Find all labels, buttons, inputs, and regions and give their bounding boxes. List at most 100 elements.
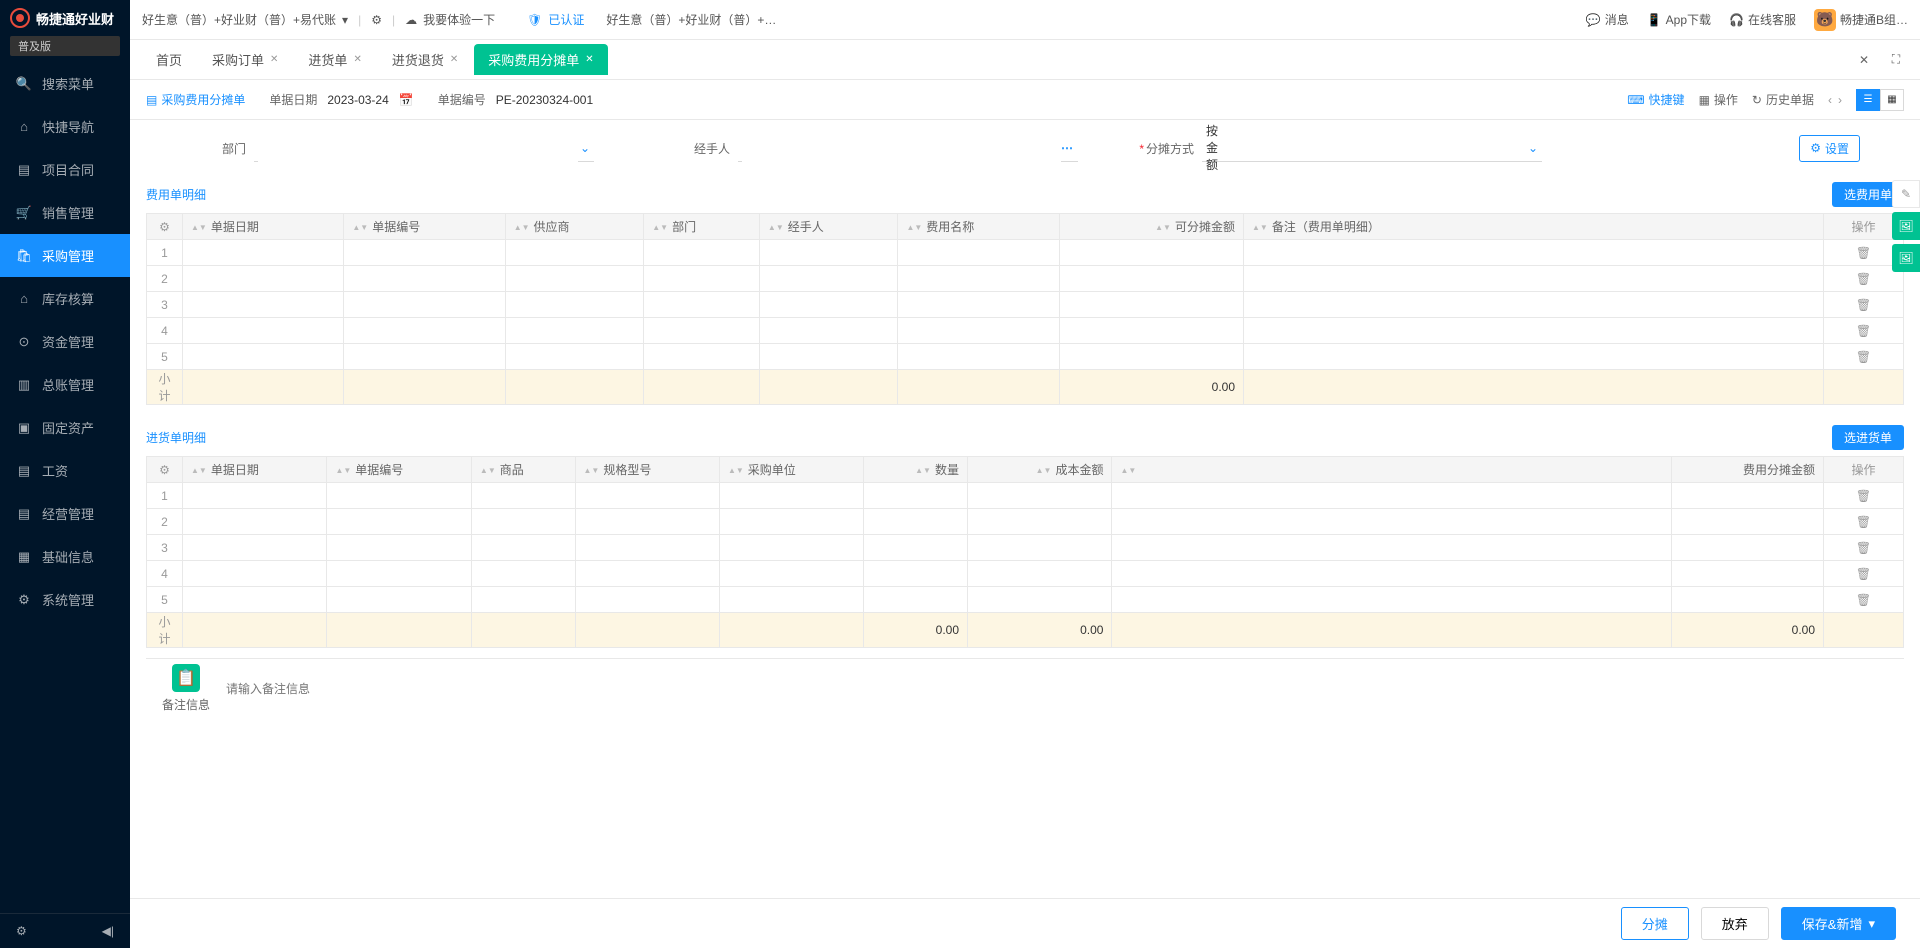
history-link[interactable]: ↻历史单据 xyxy=(1752,91,1814,108)
collapse-icon[interactable]: ◀| xyxy=(102,924,114,938)
nav-business[interactable]: ▤经营管理 xyxy=(0,492,130,535)
col-alloc-amount[interactable]: ▲▼可分摊金额 xyxy=(1059,214,1243,240)
col-expense-name[interactable]: ▲▼费用名称 xyxy=(898,214,1059,240)
gear-column[interactable]: ⚙ xyxy=(147,457,183,483)
close-all-button[interactable]: ✕ xyxy=(1852,48,1876,72)
col-date[interactable]: ▲▼单据日期 xyxy=(183,457,327,483)
table-row[interactable]: 4🗑 xyxy=(147,561,1904,587)
settings-icon[interactable]: ⚙ xyxy=(16,924,27,938)
date-value[interactable]: 2023-03-24 xyxy=(327,93,388,107)
delete-row-button[interactable]: 🗑 xyxy=(1856,246,1871,260)
close-icon[interactable]: ✕ xyxy=(270,54,278,65)
save-new-button[interactable]: 保存&新增▾ xyxy=(1781,907,1896,940)
remarks-input[interactable] xyxy=(226,682,1888,696)
dept-input[interactable] xyxy=(258,134,578,162)
col-code[interactable]: ▲▼单据编号 xyxy=(327,457,471,483)
nav-inventory[interactable]: ⌂库存核算 xyxy=(0,277,130,320)
delete-row-button[interactable]: 🗑 xyxy=(1856,541,1871,555)
tab-goods-return[interactable]: 进货退货✕ xyxy=(378,44,472,75)
col-alloc[interactable]: 费用分摊金额 xyxy=(1672,457,1824,483)
delete-row-button[interactable]: 🗑 xyxy=(1856,489,1871,503)
table-row[interactable]: 2🗑 xyxy=(147,266,1904,292)
table-row[interactable]: 3🗑 xyxy=(147,292,1904,318)
gear-column[interactable]: ⚙ xyxy=(147,214,183,240)
allocate-button[interactable]: 分摊 xyxy=(1621,907,1689,940)
image-tool-2[interactable]: 🖼 xyxy=(1892,244,1920,272)
app-download-link[interactable]: 📱App下载 xyxy=(1647,11,1711,28)
gear-icon: ⚙ xyxy=(16,592,32,608)
col-unit[interactable]: ▲▼采购单位 xyxy=(719,457,863,483)
select-goods-button[interactable]: 选进货单 xyxy=(1832,425,1904,450)
nav-quick[interactable]: ⌂快捷导航 xyxy=(0,105,130,148)
tab-cost-allocation[interactable]: 采购费用分摊单✕ xyxy=(474,44,607,75)
col-qty[interactable]: ▲▼数量 xyxy=(864,457,968,483)
edit-tool[interactable]: ✎ xyxy=(1892,180,1920,208)
col-code[interactable]: ▲▼单据编号 xyxy=(344,214,505,240)
ops-link[interactable]: ▦操作 xyxy=(1699,91,1738,108)
chevron-down-icon[interactable]: ▾ xyxy=(342,13,348,27)
tab-purchase-order[interactable]: 采购订单✕ xyxy=(198,44,292,75)
image-tool-1[interactable]: 🖼 xyxy=(1892,212,1920,240)
trial-link[interactable]: 我要体验一下 xyxy=(423,11,495,28)
col-dept[interactable]: ▲▼部门 xyxy=(644,214,760,240)
nav-funds[interactable]: ⊙资金管理 xyxy=(0,320,130,363)
col-product[interactable]: ▲▼商品 xyxy=(471,457,575,483)
support-link[interactable]: 🎧在线客服 xyxy=(1729,11,1796,28)
col-remark[interactable]: ▲▼备注（费用单明细） xyxy=(1244,214,1824,240)
delete-row-button[interactable]: 🗑 xyxy=(1856,298,1871,312)
delete-row-button[interactable]: 🗑 xyxy=(1856,515,1871,529)
table-row[interactable]: 1🗑 xyxy=(147,483,1904,509)
next-doc-button[interactable]: › xyxy=(1838,93,1842,107)
table-row[interactable]: 5🗑 xyxy=(147,344,1904,370)
nav-sales[interactable]: 🛒销售管理 xyxy=(0,191,130,234)
discard-button[interactable]: 放弃 xyxy=(1701,907,1769,940)
close-icon[interactable]: ✕ xyxy=(450,54,458,65)
table-row[interactable]: 4🗑 xyxy=(147,318,1904,344)
nav-system[interactable]: ⚙系统管理 xyxy=(0,578,130,621)
close-icon[interactable]: ✕ xyxy=(585,54,593,65)
col-blank[interactable]: ▲▼ xyxy=(1112,457,1672,483)
field-settings-button[interactable]: ⚙ 设置 xyxy=(1799,135,1860,162)
table-row[interactable]: 3🗑 xyxy=(147,535,1904,561)
table-row[interactable]: 2🗑 xyxy=(147,509,1904,535)
nav-purchase[interactable]: 🛍采购管理 xyxy=(0,234,130,277)
col-spec[interactable]: ▲▼规格型号 xyxy=(575,457,719,483)
product-combo[interactable]: 好生意（普）+好业财（普）+易代账 xyxy=(142,11,336,28)
col-cost[interactable]: ▲▼成本金额 xyxy=(968,457,1112,483)
nav-project[interactable]: ▤项目合同 xyxy=(0,148,130,191)
handler-input[interactable] xyxy=(742,134,1061,162)
tab-goods-in[interactable]: 进货单✕ xyxy=(294,44,375,75)
shortcut-link[interactable]: ⌨快捷键 xyxy=(1627,91,1684,108)
table-row[interactable]: 5🗑 xyxy=(147,587,1904,613)
product-combo-2[interactable]: 好生意（普）+好业财（普）+… xyxy=(606,11,776,28)
table-row[interactable]: 1🗑 xyxy=(147,240,1904,266)
prev-doc-button[interactable]: ‹ xyxy=(1828,93,1832,107)
view-list-button[interactable]: ☰ xyxy=(1856,89,1880,111)
delete-row-button[interactable]: 🗑 xyxy=(1856,272,1871,286)
nav-search[interactable]: 🔍搜索菜单 xyxy=(0,62,130,105)
nav-basic[interactable]: ▦基础信息 xyxy=(0,535,130,578)
nav-assets[interactable]: ▣固定资产 xyxy=(0,406,130,449)
info-icon: ▦ xyxy=(16,549,32,565)
tab-home[interactable]: 首页 xyxy=(142,44,196,75)
col-date[interactable]: ▲▼单据日期 xyxy=(183,214,344,240)
delete-row-button[interactable]: 🗑 xyxy=(1856,567,1871,581)
view-grid-button[interactable]: ▦ xyxy=(1880,89,1904,111)
col-handler[interactable]: ▲▼经手人 xyxy=(759,214,898,240)
col-supplier[interactable]: ▲▼供应商 xyxy=(505,214,644,240)
user-menu[interactable]: 🐻畅捷通B组… xyxy=(1814,9,1908,31)
nav-ledger[interactable]: ▥总账管理 xyxy=(0,363,130,406)
handler-select[interactable]: ⋯ xyxy=(738,134,1078,162)
messages-link[interactable]: 💬消息 xyxy=(1586,11,1629,28)
gear-small-icon[interactable]: ⚙ xyxy=(371,13,382,27)
fullscreen-button[interactable]: ⛶ xyxy=(1884,48,1908,72)
close-icon[interactable]: ✕ xyxy=(353,54,361,65)
dept-select[interactable]: ⌄ xyxy=(254,134,594,162)
nav-salary[interactable]: ▤工资 xyxy=(0,449,130,492)
method-select[interactable]: 按金额 ⌄ xyxy=(1202,134,1542,162)
delete-row-button[interactable]: 🗑 xyxy=(1856,350,1871,364)
delete-row-button[interactable]: 🗑 xyxy=(1856,593,1871,607)
avatar-icon: 🐻 xyxy=(1814,9,1836,31)
delete-row-button[interactable]: 🗑 xyxy=(1856,324,1871,338)
calendar-icon[interactable]: 📅 xyxy=(399,93,414,107)
